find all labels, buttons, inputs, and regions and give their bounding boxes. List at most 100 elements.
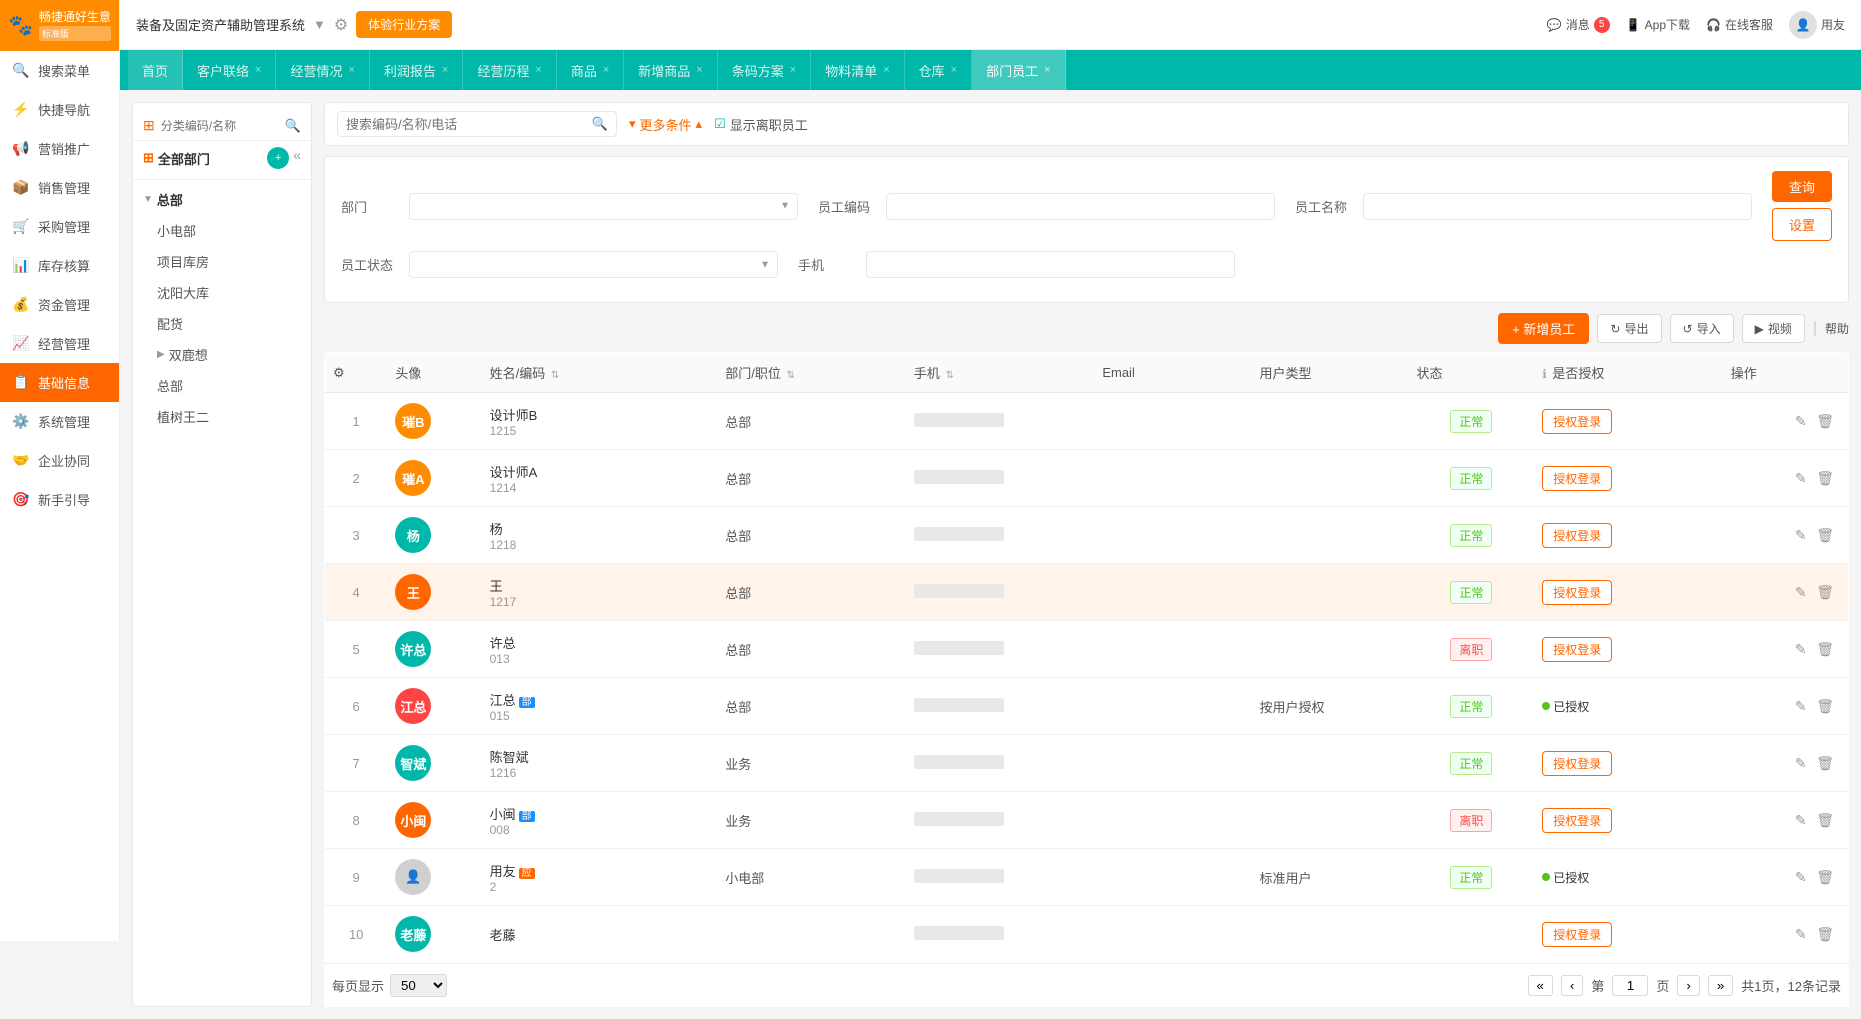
edit-button[interactable]: ✎ xyxy=(1795,470,1807,486)
delete-button[interactable]: 🗑 xyxy=(1816,812,1834,828)
edit-button[interactable]: ✎ xyxy=(1795,698,1807,714)
app-download-button[interactable]: 📱 App下载 xyxy=(1626,16,1690,33)
tab-employee[interactable]: 部门员工 × xyxy=(972,50,1065,90)
tab-goods-close[interactable]: × xyxy=(603,64,609,76)
edit-button[interactable]: ✎ xyxy=(1795,812,1807,828)
export-button[interactable]: ↻ 导出 xyxy=(1597,314,1661,343)
tab-operations-close[interactable]: × xyxy=(348,64,354,76)
auth-button[interactable]: 授权登录 xyxy=(1542,466,1612,491)
delete-button[interactable]: 🗑 xyxy=(1816,755,1834,771)
tab-customer-close[interactable]: × xyxy=(255,64,261,76)
auth-button[interactable]: 授权登录 xyxy=(1542,580,1612,605)
delete-button[interactable]: 🗑 xyxy=(1816,413,1834,429)
video-button[interactable]: ▶ 视频 xyxy=(1742,314,1805,343)
user-menu[interactable]: 👤 用友 xyxy=(1789,11,1845,39)
dropdown-arrow-icon[interactable]: ▼ xyxy=(313,17,326,32)
auth-button[interactable]: 授权登录 xyxy=(1542,751,1612,776)
edit-button[interactable]: ✎ xyxy=(1795,926,1807,942)
phone-input[interactable] xyxy=(866,251,1235,278)
dept-item-xdept[interactable]: 小电部 xyxy=(133,215,311,246)
query-button[interactable]: 查询 xyxy=(1772,171,1832,202)
edit-button[interactable]: ✎ xyxy=(1795,755,1807,771)
delete-button[interactable]: 🗑 xyxy=(1816,527,1834,543)
tab-new-goods-close[interactable]: × xyxy=(696,64,702,76)
dept-item-root[interactable]: ▼ 总部 xyxy=(133,184,311,215)
last-page-button[interactable]: » xyxy=(1708,975,1733,996)
search-input[interactable] xyxy=(346,117,588,132)
dept-search-input[interactable] xyxy=(161,119,279,133)
sidebar-item-shortcut[interactable]: ⚡ 快捷导航 xyxy=(0,90,119,129)
message-button[interactable]: 💬 消息 5 xyxy=(1547,16,1610,33)
emp-name-input[interactable] xyxy=(1363,193,1752,220)
status-select-wrap[interactable] xyxy=(409,251,778,278)
sidebar-item-finance[interactable]: 💰 资金管理 xyxy=(0,285,119,324)
filter-more-button[interactable]: ▾ 更多条件 ▴ xyxy=(629,115,702,134)
tab-barcode-close[interactable]: × xyxy=(790,64,796,76)
auth-button[interactable]: 授权登录 xyxy=(1542,808,1612,833)
dept-select-wrap[interactable] xyxy=(409,193,798,220)
tab-history-close[interactable]: × xyxy=(535,64,541,76)
dept-item-shuanglu[interactable]: ▶ 双鹿想 xyxy=(133,339,311,370)
tab-history[interactable]: 经营历程 × xyxy=(463,50,556,90)
sidebar-item-sales[interactable]: 📦 销售管理 xyxy=(0,168,119,207)
edit-button[interactable]: ✎ xyxy=(1795,413,1807,429)
col-name[interactable]: 姓名/编码 ⇅ xyxy=(482,353,718,393)
set-button[interactable]: 设置 xyxy=(1772,208,1832,241)
col-phone[interactable]: 手机 ⇅ xyxy=(906,353,1095,393)
show-resigned-toggle[interactable]: ☑ 显示离职员工 xyxy=(714,115,808,134)
dept-item-warehouse[interactable]: 项目库房 xyxy=(133,246,311,277)
experience-button[interactable]: 体验行业方案 xyxy=(356,11,452,38)
tab-bom[interactable]: 物料清单 × xyxy=(811,50,904,90)
dept-item-distribution[interactable]: 配货 xyxy=(133,308,311,339)
auth-button[interactable]: 授权登录 xyxy=(1542,523,1612,548)
tab-warehouse-close[interactable]: × xyxy=(951,64,957,76)
sidebar-item-operations[interactable]: 📈 经营管理 xyxy=(0,324,119,363)
tab-goods[interactable]: 商品 × xyxy=(557,50,624,90)
sidebar-item-enterprise[interactable]: 🤝 企业协同 xyxy=(0,441,119,480)
delete-button[interactable]: 🗑 xyxy=(1816,470,1834,486)
status-select[interactable] xyxy=(409,251,778,278)
help-label[interactable]: 帮助 xyxy=(1825,320,1849,337)
col-dept[interactable]: 部门/职位 ⇅ xyxy=(717,353,906,393)
edit-button[interactable]: ✎ xyxy=(1795,869,1807,885)
sidebar-item-basicinfo[interactable]: 📋 基础信息 xyxy=(0,363,119,402)
dept-search-icon[interactable]: 🔍 xyxy=(285,118,301,134)
import-button[interactable]: ↺ 导入 xyxy=(1670,314,1734,343)
edit-button[interactable]: ✎ xyxy=(1795,584,1807,600)
delete-button[interactable]: 🗑 xyxy=(1816,926,1834,942)
emp-code-input[interactable] xyxy=(886,193,1275,220)
tab-operations[interactable]: 经营情况 × xyxy=(276,50,369,90)
dept-collapse-button[interactable]: « xyxy=(293,147,301,169)
auth-button[interactable]: 授权登录 xyxy=(1542,409,1612,434)
online-service-button[interactable]: 🎧 在线客服 xyxy=(1706,16,1773,33)
sidebar-item-guide[interactable]: 🎯 新手引导 xyxy=(0,480,119,519)
page-size-select[interactable]: 50 10 20 100 xyxy=(390,974,447,997)
auth-button[interactable]: 授权登录 xyxy=(1542,637,1612,662)
col-settings[interactable]: ⚙ xyxy=(325,353,388,393)
add-employee-button[interactable]: + 新增员工 xyxy=(1498,313,1589,344)
edit-button[interactable]: ✎ xyxy=(1795,641,1807,657)
sidebar-item-inventory[interactable]: 📊 库存核算 xyxy=(0,246,119,285)
tab-barcode[interactable]: 条码方案 × xyxy=(718,50,811,90)
tab-profit-close[interactable]: × xyxy=(442,64,448,76)
edit-button[interactable]: ✎ xyxy=(1795,527,1807,543)
delete-button[interactable]: 🗑 xyxy=(1816,869,1834,885)
sidebar-item-system[interactable]: ⚙️ 系统管理 xyxy=(0,402,119,441)
first-page-button[interactable]: « xyxy=(1528,975,1553,996)
next-page-button[interactable]: › xyxy=(1677,975,1699,996)
dept-item-zhishu[interactable]: 植树王二 xyxy=(133,401,311,432)
dept-item-hq[interactable]: 总部 xyxy=(133,370,311,401)
delete-button[interactable]: 🗑 xyxy=(1816,641,1834,657)
delete-button[interactable]: 🗑 xyxy=(1816,584,1834,600)
sidebar-item-marketing[interactable]: 📢 营销推广 xyxy=(0,129,119,168)
tab-employee-close[interactable]: × xyxy=(1044,64,1050,76)
tab-warehouse[interactable]: 仓库 × xyxy=(905,50,972,90)
dept-item-shenyang[interactable]: 沈阳大库 xyxy=(133,277,311,308)
tab-profit[interactable]: 利润报告 × xyxy=(370,50,463,90)
auth-button[interactable]: 授权登录 xyxy=(1542,922,1612,947)
sidebar-item-purchase[interactable]: 🛒 采购管理 xyxy=(0,207,119,246)
settings-icon[interactable]: ⚙ xyxy=(334,15,348,35)
dept-select[interactable] xyxy=(409,193,798,220)
page-input[interactable] xyxy=(1612,975,1648,996)
tab-bom-close[interactable]: × xyxy=(883,64,889,76)
